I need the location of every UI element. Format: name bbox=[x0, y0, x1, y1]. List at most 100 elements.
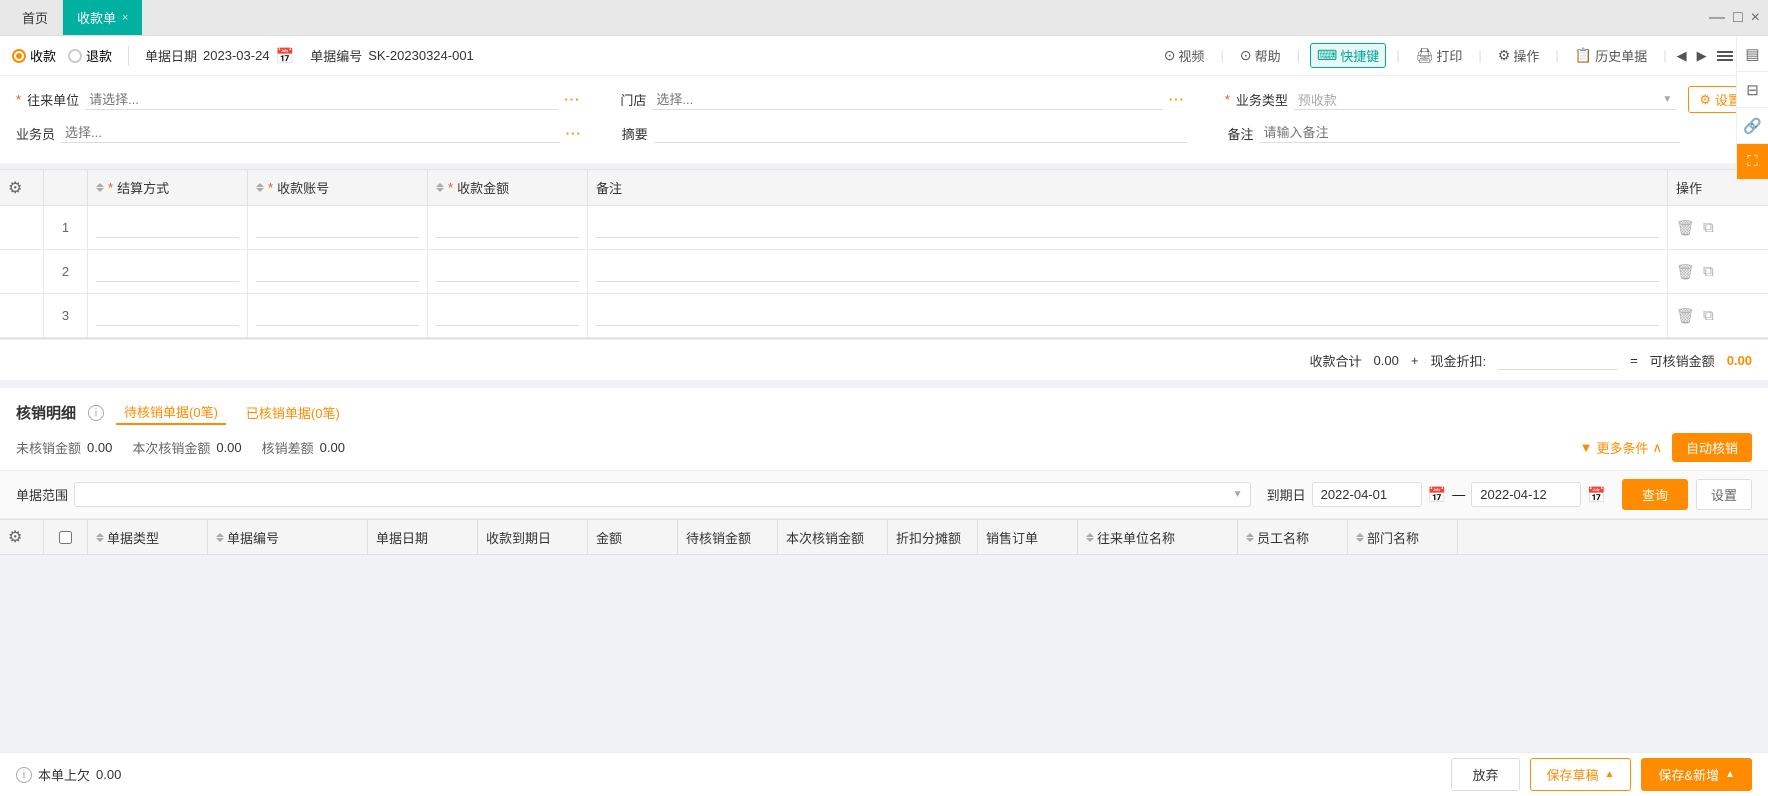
row-remark-input-1[interactable] bbox=[596, 218, 1659, 238]
salesperson-more-icon[interactable]: ··· bbox=[566, 126, 582, 141]
window-min-icon[interactable]: — bbox=[1709, 9, 1725, 27]
tab-home[interactable]: 首页 bbox=[8, 0, 63, 35]
bottom-gear-icon[interactable]: ⚙ bbox=[8, 527, 22, 547]
party-input[interactable] bbox=[85, 90, 558, 110]
td-action-3: 🗑 ⧉ bbox=[1668, 294, 1768, 337]
window-max-icon[interactable]: □ bbox=[1733, 9, 1743, 27]
td-settlement-1[interactable] bbox=[88, 206, 248, 249]
td-settings-1 bbox=[0, 206, 44, 249]
table-row: 2 🗑 ⧉ bbox=[0, 250, 1768, 294]
remark-input[interactable] bbox=[1259, 123, 1680, 143]
store-more-icon[interactable]: ··· bbox=[1169, 92, 1185, 107]
bth-settings[interactable]: ⚙ bbox=[0, 520, 44, 554]
query-button[interactable]: 查询 bbox=[1622, 479, 1688, 510]
save-draft-button[interactable]: 保存草稿 ▲ bbox=[1530, 758, 1632, 791]
td-remark-1[interactable] bbox=[588, 206, 1668, 249]
date-to-input[interactable] bbox=[1471, 482, 1581, 507]
td-amount-1[interactable] bbox=[428, 206, 588, 249]
td-num-3: 3 bbox=[44, 294, 88, 337]
bth-checkbox bbox=[44, 520, 88, 554]
amount-input-2[interactable] bbox=[436, 262, 579, 282]
td-account-2[interactable] bbox=[248, 250, 428, 293]
select-all-checkbox[interactable] bbox=[59, 531, 72, 544]
date-label: 单据日期 bbox=[145, 46, 197, 65]
delete-icon-3[interactable]: 🗑 bbox=[1676, 307, 1695, 325]
copy-icon-2[interactable]: ⧉ bbox=[1703, 263, 1714, 280]
form-row-1: * 往来单位 ··· 门店 ··· * 业务类型 ▼ ⚙ 设置 bbox=[16, 86, 1752, 113]
account-input-1[interactable] bbox=[256, 218, 419, 238]
recon-setting-button[interactable]: 设置 bbox=[1696, 479, 1752, 510]
amount-input-3[interactable] bbox=[436, 306, 579, 326]
settlement-input-1[interactable] bbox=[96, 218, 239, 238]
account-input-2[interactable] bbox=[256, 262, 419, 282]
copy-icon-3[interactable]: ⧉ bbox=[1703, 307, 1714, 324]
btn-video[interactable]: ⊙ 视频 bbox=[1158, 44, 1211, 67]
delete-icon-1[interactable]: 🗑 bbox=[1676, 219, 1695, 237]
sidebar-icon-table[interactable]: ▤ bbox=[1737, 36, 1768, 72]
sidebar-icon-doc[interactable]: ⊟ bbox=[1737, 72, 1768, 108]
biztype-input[interactable] bbox=[1294, 90, 1676, 110]
party-more-icon[interactable]: ··· bbox=[564, 92, 580, 107]
btn-operation[interactable]: ⚙ 操作 bbox=[1492, 44, 1546, 67]
td-settlement-2[interactable] bbox=[88, 250, 248, 293]
tab-close-icon[interactable]: × bbox=[122, 12, 128, 24]
sidebar-icon-screen[interactable]: ⛶ bbox=[1737, 144, 1768, 180]
td-settlement-3[interactable] bbox=[88, 294, 248, 337]
td-amount-2[interactable] bbox=[428, 250, 588, 293]
td-amount-3[interactable] bbox=[428, 294, 588, 337]
more-conditions-link[interactable]: ▼ 更多条件 ∧ bbox=[1580, 438, 1662, 457]
settlement-input-2[interactable] bbox=[96, 262, 239, 282]
calendar-to-icon[interactable]: 📅 bbox=[1587, 486, 1606, 504]
doc-range-select[interactable] bbox=[74, 482, 1251, 507]
available-label: 可核销金额 bbox=[1650, 351, 1715, 370]
form-row-2: 业务员 ··· 摘要 备注 bbox=[16, 123, 1752, 143]
this-clear-label: 本次核销金额 bbox=[132, 438, 210, 457]
sidebar-icon-link[interactable]: 🔗 bbox=[1737, 108, 1768, 144]
more-conditions-label: 更多条件 bbox=[1596, 438, 1648, 457]
abstract-input[interactable] bbox=[654, 123, 1188, 143]
amount-input-1[interactable] bbox=[436, 218, 579, 238]
salesperson-input[interactable] bbox=[61, 123, 560, 143]
btn-print[interactable]: 🖨 打印 bbox=[1410, 44, 1469, 67]
td-account-1[interactable] bbox=[248, 206, 428, 249]
auto-clear-button[interactable]: 自动核销 bbox=[1672, 433, 1752, 462]
nav-next[interactable]: ▶ bbox=[1697, 48, 1707, 64]
footer-info-icon[interactable]: i bbox=[16, 767, 32, 783]
query-btn-label: 查询 bbox=[1642, 488, 1668, 503]
row-remark-input-3[interactable] bbox=[596, 306, 1659, 326]
biztype-label: 业务类型 bbox=[1236, 90, 1288, 109]
menu-icon[interactable] bbox=[1717, 51, 1733, 61]
settlement-input-3[interactable] bbox=[96, 306, 239, 326]
store-input[interactable] bbox=[652, 90, 1162, 110]
row-remark-input-2[interactable] bbox=[596, 262, 1659, 282]
delete-icon-2[interactable]: 🗑 bbox=[1676, 263, 1695, 281]
radio-receipt[interactable]: 收款 bbox=[12, 46, 56, 65]
bth-doc-type: 单据类型 bbox=[88, 520, 208, 554]
btn-history[interactable]: 📋 历史单据 bbox=[1569, 44, 1653, 67]
copy-icon-1[interactable]: ⧉ bbox=[1703, 219, 1714, 236]
th-settings[interactable]: ⚙ bbox=[0, 170, 44, 205]
account-input-3[interactable] bbox=[256, 306, 419, 326]
save-new-button[interactable]: 保存&新增 ▲ bbox=[1641, 758, 1752, 791]
td-remark-2[interactable] bbox=[588, 250, 1668, 293]
tab-receipt[interactable]: 收款单 × bbox=[63, 0, 142, 35]
window-close-icon[interactable]: × bbox=[1751, 9, 1760, 27]
td-remark-3[interactable] bbox=[588, 294, 1668, 337]
calendar-icon[interactable]: 📅 bbox=[276, 47, 295, 65]
recon-info-icon[interactable]: i bbox=[88, 405, 104, 421]
discard-button[interactable]: 放弃 bbox=[1451, 758, 1519, 791]
nav-prev[interactable]: ◀ bbox=[1677, 48, 1687, 64]
tab-done[interactable]: 已核销单据(0笔) bbox=[238, 401, 348, 424]
tab-pending[interactable]: 待核销单据(0笔) bbox=[116, 400, 226, 425]
radio-refund-label: 退款 bbox=[86, 46, 112, 65]
date-from-input[interactable] bbox=[1312, 482, 1422, 507]
table-gear-icon[interactable]: ⚙ bbox=[8, 178, 22, 198]
btn-shortcut[interactable]: ⌨ 快捷键 bbox=[1310, 43, 1386, 68]
bth-doc-date: 单据日期 bbox=[368, 520, 478, 554]
radio-refund[interactable]: 退款 bbox=[68, 46, 112, 65]
btn-help[interactable]: ⊙ 帮助 bbox=[1234, 44, 1287, 67]
discount-input[interactable] bbox=[1498, 350, 1618, 370]
td-account-3[interactable] bbox=[248, 294, 428, 337]
calendar-from-icon[interactable]: 📅 bbox=[1428, 486, 1447, 504]
bth-discount: 折扣分摊额 bbox=[888, 520, 978, 554]
